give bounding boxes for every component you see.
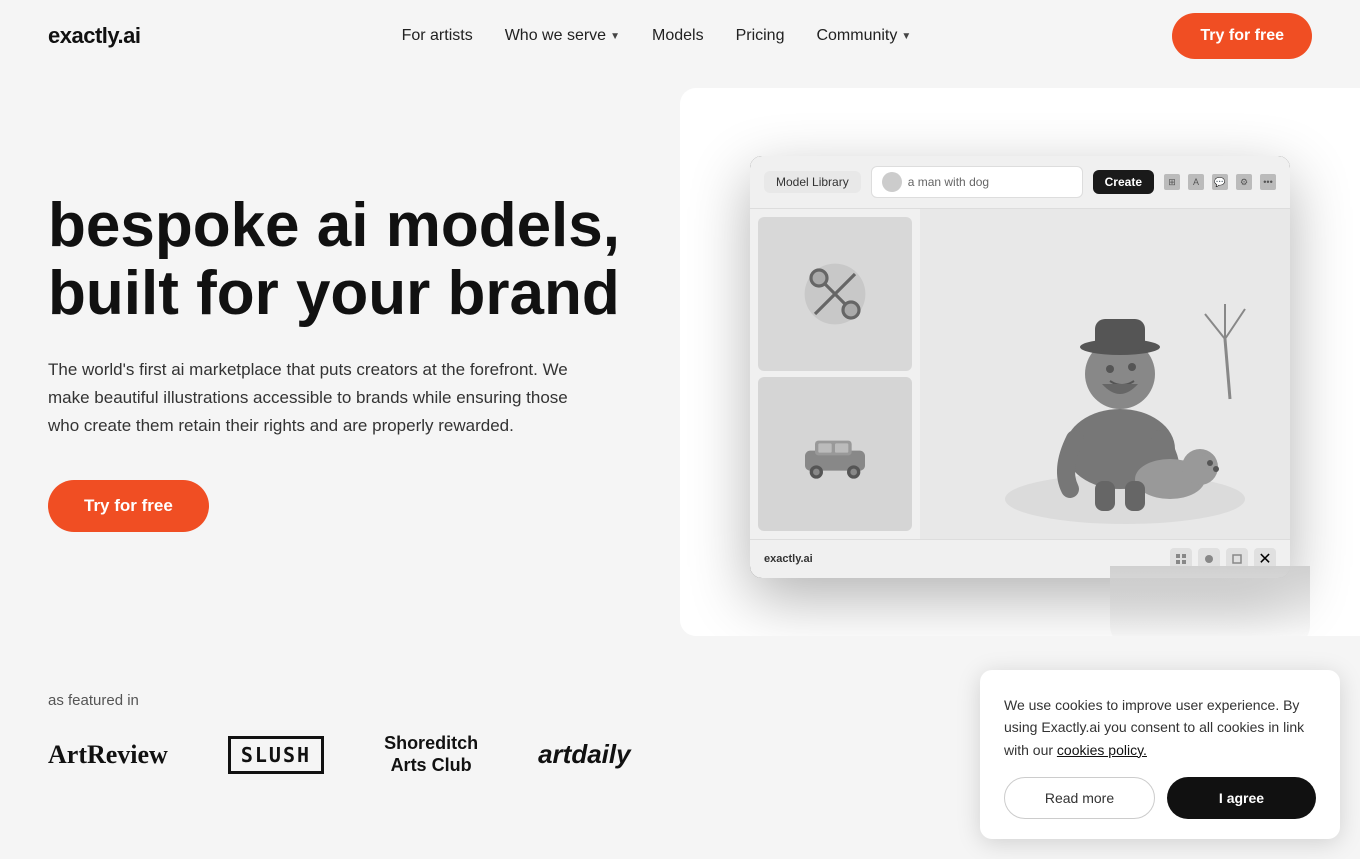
- app-thumbnails: [750, 209, 920, 539]
- cookie-read-more-button[interactable]: Read more: [1004, 777, 1155, 819]
- hero-content: bespoke ai models, built for your brand …: [0, 72, 680, 652]
- hero-section: bespoke ai models, built for your brand …: [0, 72, 1360, 652]
- app-search-avatar: [882, 172, 902, 192]
- hero-try-free-button[interactable]: Try for free: [48, 480, 209, 532]
- nav-link-community[interactable]: Community ▼: [816, 27, 911, 45]
- monitor-stand: [1110, 566, 1310, 636]
- app-footer-logo: exactly.ai: [764, 553, 813, 565]
- nav-item-pricing[interactable]: Pricing: [736, 27, 785, 45]
- app-topbar: Model Library a man with dog Create ⊞ A …: [750, 156, 1290, 209]
- nav-link-who-we-serve[interactable]: Who we serve ▼: [505, 27, 620, 45]
- nav-link-models[interactable]: Models: [652, 27, 704, 44]
- app-toolbar-icons: ⊞ A 💬 ⚙ •••: [1164, 174, 1276, 190]
- app-more-icon[interactable]: •••: [1260, 174, 1276, 190]
- hero-description: The world's first ai marketplace that pu…: [48, 356, 588, 440]
- navbar: exactly.ai For artists Who we serve ▼ Mo…: [0, 0, 1360, 72]
- app-create-button[interactable]: Create: [1093, 170, 1154, 194]
- cookie-actions: Read more I agree: [1004, 777, 1316, 819]
- site-logo[interactable]: exactly.ai: [48, 23, 140, 49]
- app-grid-icon[interactable]: ⊞: [1164, 174, 1180, 190]
- nav-item-models[interactable]: Models: [652, 27, 704, 45]
- nav-item-community[interactable]: Community ▼: [816, 27, 911, 45]
- nav-link-artists[interactable]: For artists: [402, 27, 473, 44]
- car-svg: [795, 424, 875, 484]
- chevron-down-icon: ▼: [610, 31, 620, 42]
- cookie-banner: We use cookies to improve user experienc…: [980, 670, 1340, 839]
- hero-title: bespoke ai models, built for your brand: [48, 192, 628, 328]
- app-settings-icon[interactable]: ⚙: [1236, 174, 1252, 190]
- hero-visual: Model Library a man with dog Create ⊞ A …: [680, 88, 1360, 636]
- man-with-dog-svg: [940, 219, 1270, 529]
- app-library-label: Model Library: [764, 171, 861, 193]
- chevron-down-icon: ▼: [901, 31, 911, 42]
- app-mockup: Model Library a man with dog Create ⊞ A …: [750, 156, 1290, 578]
- nav-links: For artists Who we serve ▼ Models Pricin…: [402, 27, 912, 45]
- thumbnail-scissors[interactable]: [758, 217, 912, 371]
- cookie-text: We use cookies to improve user experienc…: [1004, 694, 1316, 761]
- featured-logo-shoreditch: ShoreditchArts Club: [384, 733, 478, 776]
- app-search-text: a man with dog: [908, 175, 989, 189]
- app-search-bar[interactable]: a man with dog: [871, 166, 1083, 198]
- cookie-policy-link[interactable]: cookies policy.: [1057, 742, 1147, 758]
- featured-logo-artdaily: artdaily: [538, 739, 631, 770]
- scissors-svg: [795, 254, 875, 334]
- app-main-illustration: [920, 209, 1290, 539]
- nav-try-free-button[interactable]: Try for free: [1172, 13, 1312, 59]
- app-body: [750, 209, 1290, 539]
- featured-logo-artreview: ArtReview: [48, 740, 168, 770]
- nav-item-artists[interactable]: For artists: [402, 27, 473, 45]
- app-text-icon[interactable]: A: [1188, 174, 1204, 190]
- nav-item-who-we-serve[interactable]: Who we serve ▼: [505, 27, 620, 45]
- featured-logo-slush: SLUSH: [228, 736, 324, 774]
- app-chat-icon[interactable]: 💬: [1212, 174, 1228, 190]
- cookie-agree-button[interactable]: I agree: [1167, 777, 1316, 819]
- thumbnail-car[interactable]: [758, 377, 912, 531]
- nav-link-pricing[interactable]: Pricing: [736, 27, 785, 44]
